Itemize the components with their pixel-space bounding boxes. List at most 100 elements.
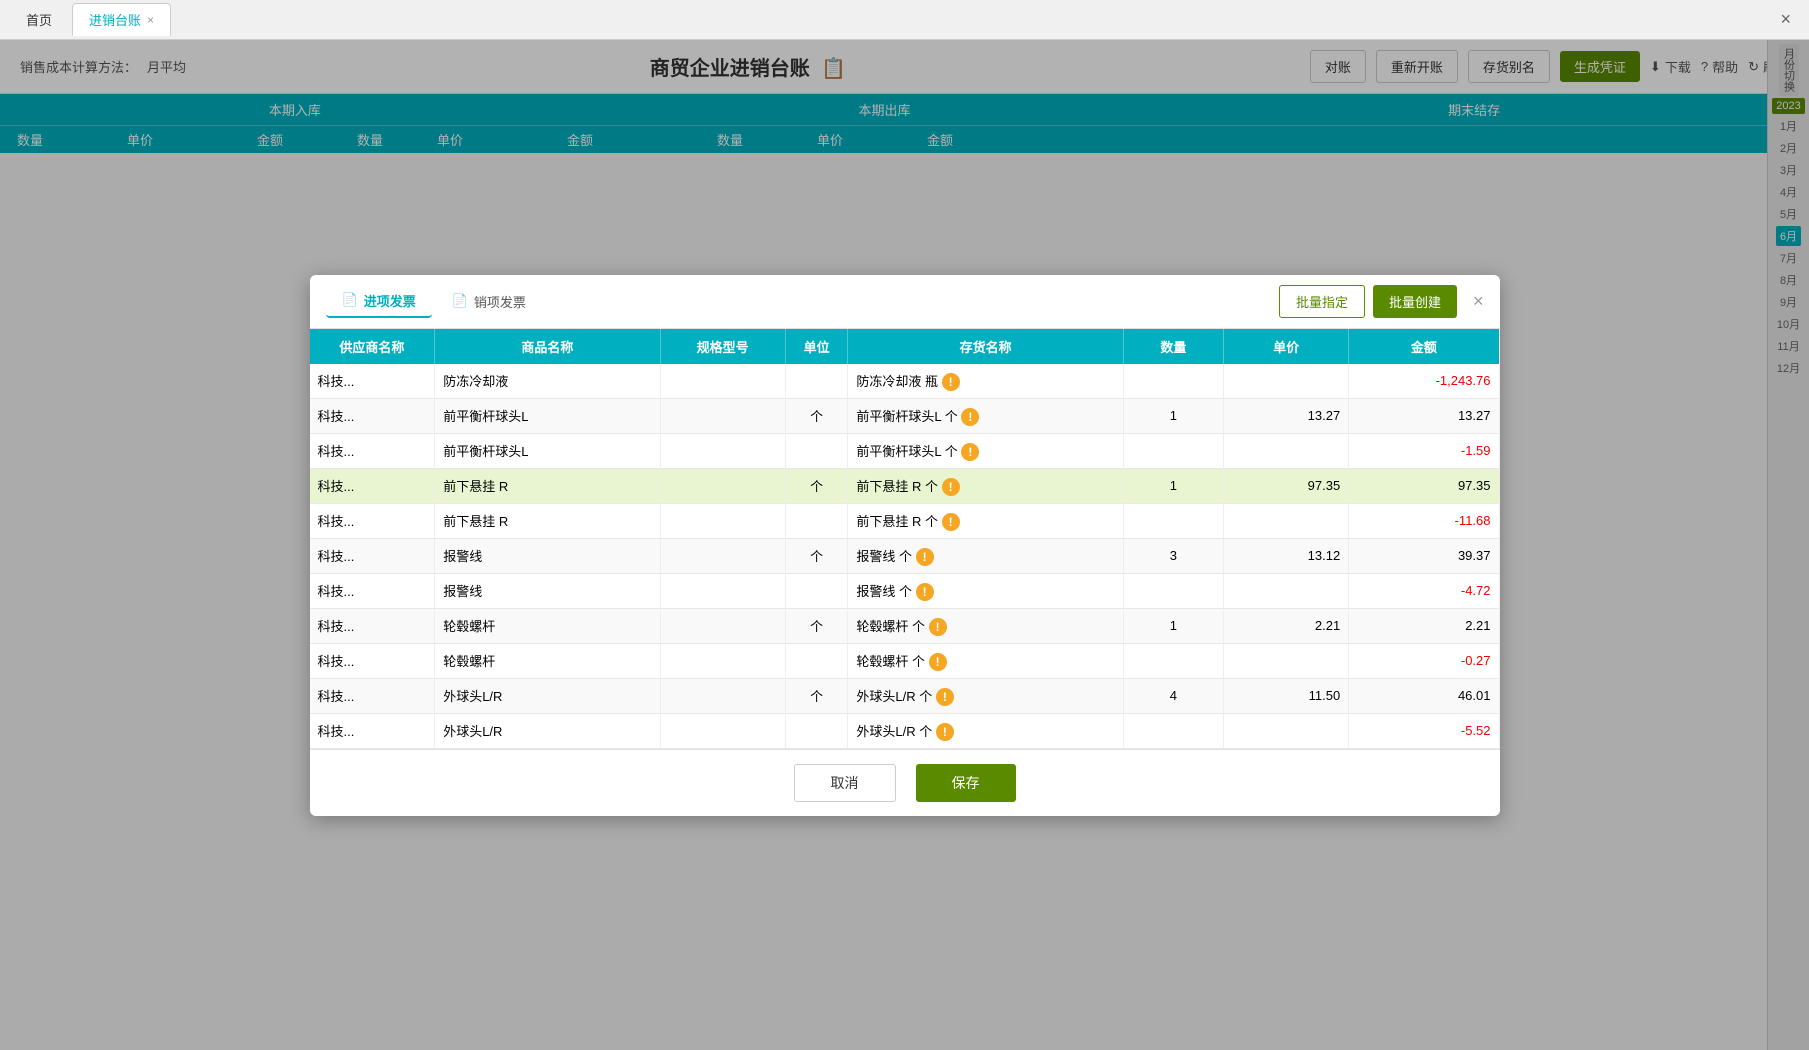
tab-sales-invoice[interactable]: 📄 销项发票 [436,286,542,317]
cell-quantity-3: 1 [1123,468,1223,503]
cell-unit-1: 个 [785,398,848,433]
cell-supplier-7: 科技... [310,608,435,643]
cell-product-0: 防冻冷却液 [435,364,660,399]
cell-unitprice-7: 2.21 [1223,608,1348,643]
cell-quantity-2 [1123,433,1223,468]
cell-inventory-1: 前平衡杆球头L 个 ! [848,398,1123,433]
cell-unit-8 [785,643,848,678]
cell-product-6: 报警线 [435,573,660,608]
cell-inventory-5: 报警线 个 ! [848,538,1123,573]
cell-supplier-1: 科技... [310,398,435,433]
cell-spec-3 [660,468,785,503]
col-product-name: 商品名称 [435,329,660,364]
cell-quantity-10 [1123,713,1223,748]
cell-product-10: 外球头L/R [435,713,660,748]
cell-unitprice-3: 97.35 [1223,468,1348,503]
cell-spec-1 [660,398,785,433]
cell-supplier-8: 科技... [310,643,435,678]
table-row: 科技... 外球头L/R 个 外球头L/R 个 ! 4 11.50 46.01 [310,678,1500,713]
cell-inventory-8: 轮毂螺杆 个 ! [848,643,1123,678]
cell-unit-10 [785,713,848,748]
warning-icon: ! [929,618,947,636]
cell-amount-7: 2.21 [1349,608,1499,643]
cell-spec-0 [660,364,785,399]
sales-invoice-icon: 📄 [452,293,468,309]
cell-product-4: 前下悬挂 R [435,503,660,538]
table-row: 科技... 轮毂螺杆 轮毂螺杆 个 ! -0.27 [310,643,1500,678]
cell-unitprice-1: 13.27 [1223,398,1348,433]
cell-unitprice-0 [1223,364,1348,399]
save-button[interactable]: 保存 [916,764,1016,802]
cell-amount-6: -4.72 [1349,573,1499,608]
cell-inventory-0: 防冻冷却液 瓶 ! [848,364,1123,399]
cancel-button[interactable]: 取消 [794,764,896,802]
cell-unitprice-6 [1223,573,1348,608]
cell-quantity-8 [1123,643,1223,678]
cell-spec-2 [660,433,785,468]
cell-unit-7: 个 [785,608,848,643]
cell-unit-6 [785,573,848,608]
cell-amount-9: 46.01 [1349,678,1499,713]
cell-quantity-7: 1 [1123,608,1223,643]
cell-inventory-10: 外球头L/R 个 ! [848,713,1123,748]
modal-table-wrapper[interactable]: 供应商名称 商品名称 规格型号 单位 存货名称 数量 单价 金额 科技.. [310,329,1500,749]
cell-spec-4 [660,503,785,538]
table-row: 科技... 轮毂螺杆 个 轮毂螺杆 个 ! 1 2.21 2.21 [310,608,1500,643]
cell-unit-5: 个 [785,538,848,573]
cell-amount-10: -5.52 [1349,713,1499,748]
col-supplier: 供应商名称 [310,329,435,364]
modal-close-button[interactable]: × [1473,291,1484,312]
cell-spec-9 [660,678,785,713]
cell-unit-9: 个 [785,678,848,713]
cell-product-1: 前平衡杆球头L [435,398,660,433]
cell-quantity-5: 3 [1123,538,1223,573]
cell-unit-0 [785,364,848,399]
warning-icon: ! [916,548,934,566]
cell-product-3: 前下悬挂 R [435,468,660,503]
col-inventory-name: 存货名称 [848,329,1123,364]
main-area: 销售成本计算方法： 月平均 商贸企业进销台账 📋 对账 重新开账 存货别名 生成… [0,40,1809,1050]
cell-amount-0: -1,243.76 [1349,364,1499,399]
cell-product-7: 轮毂螺杆 [435,608,660,643]
tab-active-label: 进销台账 [89,10,141,29]
cell-amount-3: 97.35 [1349,468,1499,503]
tab-home[interactable]: 首页 [10,4,68,35]
tab-active[interactable]: 进销台账 × [72,3,171,36]
window-close-button[interactable]: × [1772,9,1799,30]
cell-quantity-4 [1123,503,1223,538]
tab-incoming-invoice[interactable]: 📄 进项发票 [326,285,432,318]
warning-icon: ! [942,373,960,391]
cell-supplier-0: 科技... [310,364,435,399]
cell-unitprice-5: 13.12 [1223,538,1348,573]
cell-amount-1: 13.27 [1349,398,1499,433]
cell-unitprice-2 [1223,433,1348,468]
table-row: 科技... 前平衡杆球头L 前平衡杆球头L 个 ! -1.59 [310,433,1500,468]
warning-icon: ! [961,443,979,461]
batch-assign-button[interactable]: 批量指定 [1279,285,1365,318]
cell-inventory-2: 前平衡杆球头L 个 ! [848,433,1123,468]
col-amount: 金额 [1349,329,1499,364]
table-row: 科技... 报警线 报警线 个 ! -4.72 [310,573,1500,608]
warning-icon: ! [936,688,954,706]
table-row: 科技... 防冻冷却液 防冻冷却液 瓶 ! -1,243.76 [310,364,1500,399]
cell-spec-5 [660,538,785,573]
batch-create-button[interactable]: 批量创建 [1373,285,1457,318]
warning-icon: ! [961,408,979,426]
cell-supplier-5: 科技... [310,538,435,573]
tab-close-icon[interactable]: × [147,13,154,27]
cell-quantity-6 [1123,573,1223,608]
cell-quantity-9: 4 [1123,678,1223,713]
cell-unitprice-8 [1223,643,1348,678]
cell-amount-4: -11.68 [1349,503,1499,538]
table-row: 科技... 外球头L/R 外球头L/R 个 ! -5.52 [310,713,1500,748]
table-row: 科技... 前下悬挂 R 个 前下悬挂 R 个 ! 1 97.35 97.35 [310,468,1500,503]
table-row: 科技... 前平衡杆球头L 个 前平衡杆球头L 个 ! 1 13.27 13.2… [310,398,1500,433]
invoice-modal: 📄 进项发票 📄 销项发票 批量指定 批量创建 × [310,275,1500,816]
tab-sales-label: 销项发票 [474,292,526,311]
cell-quantity-1: 1 [1123,398,1223,433]
cell-product-9: 外球头L/R [435,678,660,713]
warning-icon: ! [916,583,934,601]
cell-amount-2: -1.59 [1349,433,1499,468]
cell-inventory-6: 报警线 个 ! [848,573,1123,608]
cell-inventory-9: 外球头L/R 个 ! [848,678,1123,713]
